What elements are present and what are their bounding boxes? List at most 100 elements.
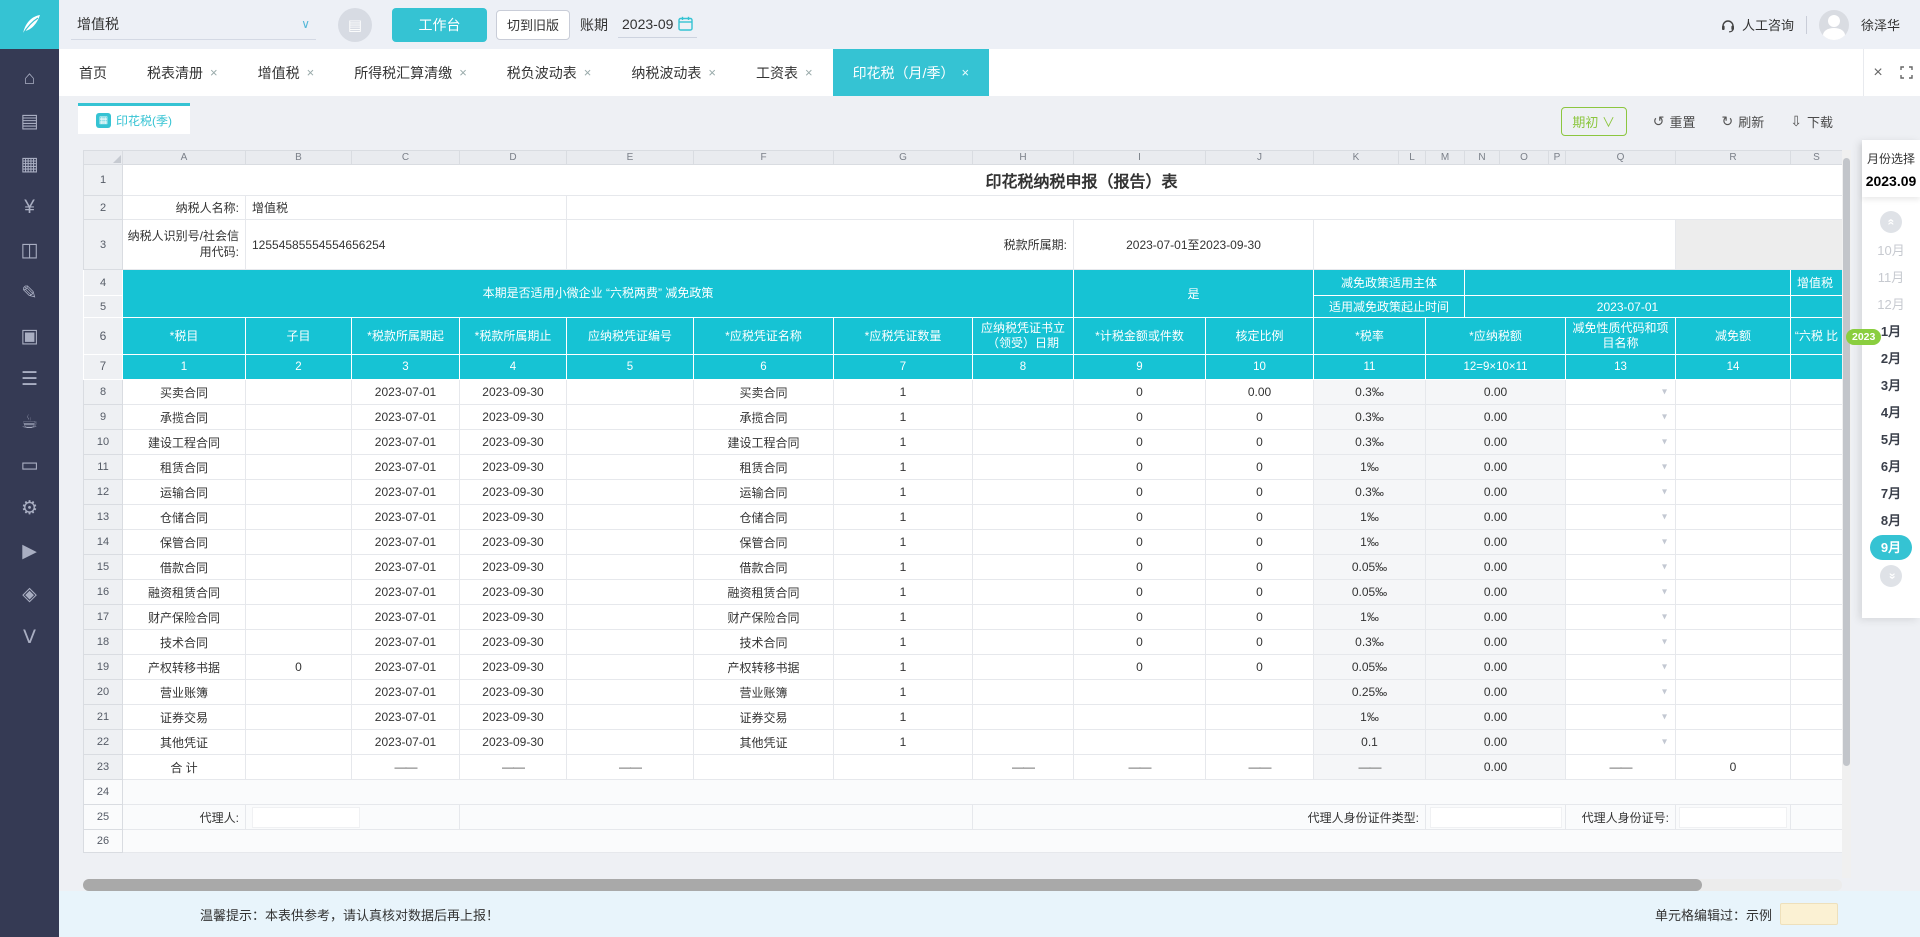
cell-qty[interactable]: 1 [833, 529, 973, 555]
cell-ratio[interactable] [1205, 729, 1314, 755]
cell-start[interactable]: 2023-07-01 [351, 679, 460, 705]
column-number-4[interactable]: 4 [459, 354, 567, 380]
tab-close-icon[interactable]: × [307, 65, 315, 80]
cell-rate[interactable]: 1‰ [1313, 529, 1426, 555]
cell-rate[interactable]: 0.05‰ [1313, 654, 1426, 680]
column-header-3[interactable]: *税款所属期起 [351, 317, 460, 355]
cell-amount[interactable] [1073, 679, 1206, 705]
cell-item[interactable]: 合 计 [122, 754, 246, 780]
cell-tax[interactable]: 0.00 [1425, 629, 1566, 655]
cell-exempt-amt[interactable] [1675, 679, 1791, 705]
column-header-1[interactable]: *税目 [122, 317, 246, 355]
cell-extra[interactable] [1790, 529, 1843, 555]
cell-exempt-amt[interactable] [1675, 404, 1791, 430]
refresh-button[interactable]: ↻ 刷新 [1722, 112, 1765, 131]
diamond-icon[interactable]: ◈ [0, 573, 59, 616]
subtab-stamp-tax-quarter[interactable]: ▦ 印花税(季) [78, 103, 190, 134]
cell-exempt[interactable]: ▾ [1565, 729, 1676, 755]
cell-cert-no[interactable]: —— [566, 754, 694, 780]
column-letter-P[interactable]: P [1548, 150, 1566, 165]
cell-amount[interactable]: 0 [1073, 479, 1206, 505]
cell-end[interactable]: 2023-09-30 [459, 454, 567, 480]
cell-amount[interactable]: 0 [1073, 604, 1206, 630]
agent-label[interactable]: 代理人: [122, 804, 246, 830]
row-number[interactable]: 4 [83, 269, 123, 296]
tab-close-icon[interactable]: × [805, 65, 813, 80]
cell-cert-name[interactable]: 建设工程合同 [693, 429, 834, 455]
cell-sub[interactable] [245, 729, 352, 755]
cell-rate[interactable]: 1‰ [1313, 454, 1426, 480]
column-header-6[interactable]: *应税凭证名称 [693, 317, 834, 355]
cell-dropdown-caret-icon[interactable]: ▾ [1662, 662, 1667, 673]
column-letter-D[interactable]: D [459, 150, 567, 165]
cell-exempt-amt[interactable] [1675, 704, 1791, 730]
cell-exempt[interactable]: ▾ [1565, 704, 1676, 730]
row-number[interactable]: 1 [83, 164, 123, 196]
cell-extra[interactable] [1790, 379, 1843, 405]
cell-date[interactable] [972, 454, 1074, 480]
row-number[interactable]: 12 [83, 479, 123, 505]
taxpayer-id-value[interactable]: 12554585554554656254 [245, 219, 567, 270]
cell-cert-no[interactable] [566, 629, 694, 655]
cell-date[interactable] [972, 679, 1074, 705]
cell-exempt-amt[interactable] [1675, 604, 1791, 630]
column-letter-R[interactable]: R [1675, 150, 1791, 165]
cell-rate[interactable]: 0.3‰ [1313, 629, 1426, 655]
cell-cert-name[interactable]: 营业账簿 [693, 679, 834, 705]
company-select[interactable]: 增值税 ∨ [71, 10, 316, 40]
cell-sub[interactable] [245, 679, 352, 705]
cell-dropdown-caret-icon[interactable]: ▾ [1662, 537, 1667, 548]
cell-dropdown-caret-icon[interactable]: ▾ [1662, 462, 1667, 473]
column-header-15[interactable]: “六税 比 [1790, 317, 1843, 355]
clipboard-badge-icon[interactable]: ▤ [338, 7, 372, 42]
scroll-up-icon[interactable]: « [1880, 211, 1902, 233]
sheet-title[interactable]: 印花税纳税申报（报告）表 [122, 164, 1843, 196]
cell-exempt-amt[interactable] [1675, 554, 1791, 580]
cell-exempt-amt[interactable] [1675, 529, 1791, 555]
cell-item[interactable]: 营业账簿 [122, 679, 246, 705]
cell-amount[interactable]: 0 [1073, 379, 1206, 405]
cell-qty[interactable]: 1 [833, 729, 973, 755]
fullscreen-icon[interactable] [1892, 49, 1920, 96]
cell-dropdown-caret-icon[interactable]: ▾ [1662, 637, 1667, 648]
cell-item[interactable]: 财产保险合同 [122, 604, 246, 630]
cell-dropdown-caret-icon[interactable]: ▾ [1662, 737, 1667, 748]
cell-start[interactable]: 2023-07-01 [351, 504, 460, 530]
column-header-9[interactable]: *计税金额或件数 [1073, 317, 1206, 355]
cell-exempt[interactable]: ▾ [1565, 404, 1676, 430]
column-header-5[interactable]: 应纳税凭证编号 [566, 317, 694, 355]
column-number-2[interactable]: 2 [245, 354, 352, 380]
cell-tax[interactable]: 0.00 [1425, 554, 1566, 580]
cell-sub[interactable]: 0 [245, 654, 352, 680]
cell-tax[interactable]: 0.00 [1425, 529, 1566, 555]
cell-end[interactable]: 2023-09-30 [459, 604, 567, 630]
download-button[interactable]: ⇩ 下载 [1790, 112, 1833, 131]
cell-date[interactable] [972, 554, 1074, 580]
cell-exempt-amt[interactable] [1675, 629, 1791, 655]
cell-cert-no[interactable] [566, 679, 694, 705]
cell-start[interactable]: 2023-07-01 [351, 629, 460, 655]
cell-end[interactable]: 2023-09-30 [459, 679, 567, 705]
cell-exempt[interactable]: —— [1565, 754, 1676, 780]
cell-cert-no[interactable] [566, 529, 694, 555]
user-avatar[interactable] [1818, 9, 1849, 40]
cell-start[interactable]: —— [351, 754, 460, 780]
cell-cert-name[interactable]: 运输合同 [693, 479, 834, 505]
cell-tax[interactable]: 0.00 [1425, 404, 1566, 430]
policy-subject-input[interactable] [1464, 269, 1791, 296]
cell-cert-name[interactable]: 证券交易 [693, 704, 834, 730]
cell-sub[interactable] [245, 604, 352, 630]
month-item-6月[interactable]: 6月 [1881, 453, 1901, 480]
cell-ratio[interactable]: 0 [1205, 629, 1314, 655]
row-number[interactable]: 10 [83, 429, 123, 455]
agent-id-no-label[interactable]: 代理人身份证号: [1565, 804, 1676, 830]
cell-amount[interactable]: —— [1073, 754, 1206, 780]
cell-end[interactable]: 2023-09-30 [459, 629, 567, 655]
cell-amount[interactable]: 0 [1073, 554, 1206, 580]
cell-amount[interactable] [1073, 704, 1206, 730]
cell-date[interactable] [972, 379, 1074, 405]
tab-税负波动表[interactable]: 税负波动表 × [487, 49, 612, 96]
cell-extra[interactable] [1790, 579, 1843, 605]
month-item-9月[interactable]: 9月 [1870, 535, 1912, 560]
column-number-11[interactable]: 11 [1313, 354, 1426, 380]
